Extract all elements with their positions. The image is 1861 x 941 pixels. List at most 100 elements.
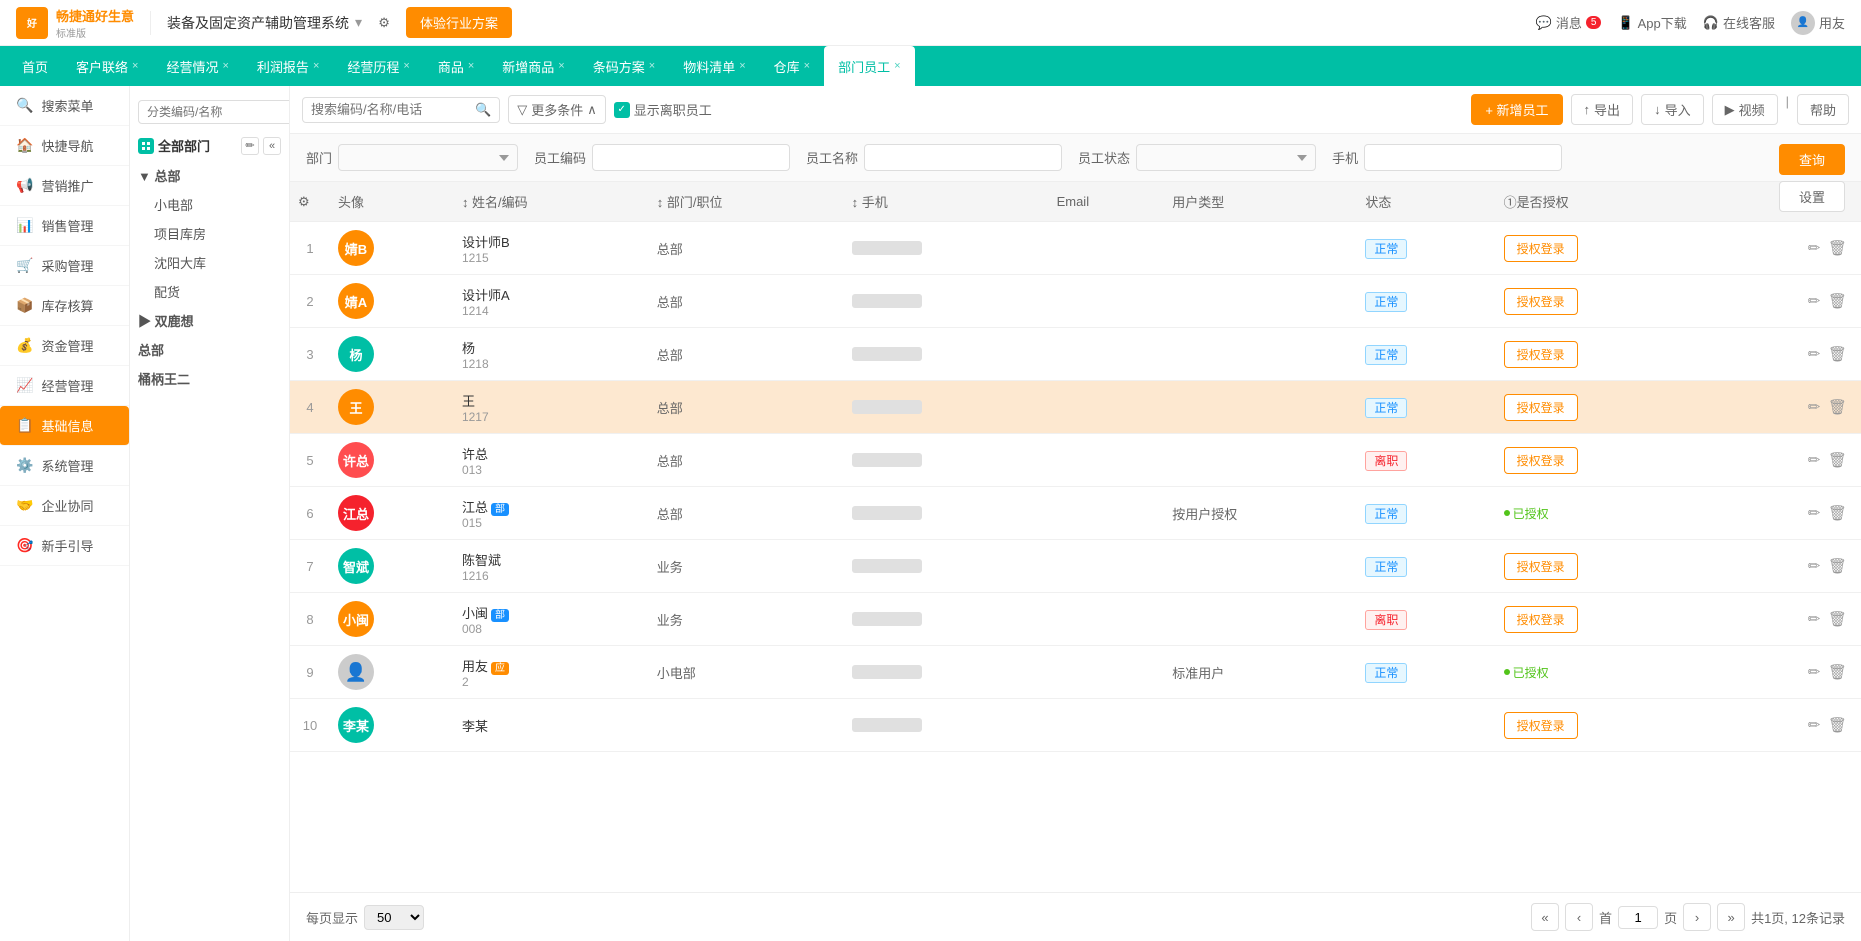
- filter-settings-btn[interactable]: 设置: [1779, 181, 1845, 212]
- col-name[interactable]: ↕ 姓名/编码: [454, 182, 649, 222]
- dept-node-小电部[interactable]: 小电部: [130, 190, 289, 219]
- delete-icon[interactable]: 🗑: [1828, 346, 1847, 363]
- auth-btn[interactable]: 授权登录: [1504, 712, 1578, 739]
- edit-icon[interactable]: ✏: [1808, 505, 1821, 522]
- page-size-select[interactable]: 50 100: [364, 905, 424, 930]
- help-icon[interactable]: |: [1786, 94, 1789, 125]
- delete-icon[interactable]: 🗑: [1828, 664, 1847, 681]
- edit-icon[interactable]: ✏: [1808, 717, 1821, 734]
- view-btn[interactable]: ▶ 视频: [1712, 94, 1778, 125]
- sidebar-item-资金管理[interactable]: 💰资金管理: [0, 326, 129, 366]
- dept-node-配货[interactable]: 配货: [130, 277, 289, 306]
- delete-icon[interactable]: 🗑: [1828, 452, 1847, 469]
- dept-node-双鹿想[interactable]: ▶ 双鹿想: [130, 306, 289, 335]
- nav-tab-客户联络[interactable]: 客户联络×: [62, 46, 152, 86]
- auth-btn[interactable]: 授权登录: [1504, 553, 1578, 580]
- dept-collapse-btn[interactable]: «: [263, 137, 281, 155]
- delete-icon[interactable]: 🗑: [1828, 293, 1847, 310]
- prev-page-btn[interactable]: ‹: [1565, 903, 1593, 931]
- search-icon[interactable]: 🔍: [475, 102, 491, 118]
- auth-btn[interactable]: 授权登录: [1504, 447, 1578, 474]
- col-settings[interactable]: ⚙: [290, 182, 330, 222]
- emp-status-select[interactable]: [1136, 144, 1316, 171]
- edit-icon[interactable]: ✏: [1808, 399, 1821, 416]
- dept-search-input[interactable]: [138, 100, 290, 124]
- delete-icon[interactable]: 🗑: [1828, 505, 1847, 522]
- nav-tab-经营历程[interactable]: 经营历程×: [333, 46, 423, 86]
- delete-icon[interactable]: 🗑: [1828, 558, 1847, 575]
- sidebar-item-企业协同[interactable]: 🤝企业协同: [0, 486, 129, 526]
- sidebar-item-销售管理[interactable]: 📊销售管理: [0, 206, 129, 246]
- close-tab-icon[interactable]: ×: [313, 60, 319, 72]
- sidebar-item-营销推广[interactable]: 📢营销推广: [0, 166, 129, 206]
- nav-tab-物料清单[interactable]: 物料清单×: [669, 46, 759, 86]
- edit-icon[interactable]: ✏: [1808, 664, 1821, 681]
- import-btn[interactable]: ↓ 导入: [1641, 94, 1704, 125]
- col-dept[interactable]: ↕ 部门/职位: [649, 182, 844, 222]
- sidebar-item-经营管理[interactable]: 📈经营管理: [0, 366, 129, 406]
- dept-node-桶柄王二[interactable]: 桶柄王二: [130, 364, 289, 393]
- search-input[interactable]: [311, 102, 471, 117]
- close-tab-icon[interactable]: ×: [739, 60, 745, 72]
- sidebar-item-基础信息[interactable]: 📋基础信息: [0, 406, 129, 446]
- sys-title-dropdown[interactable]: ▾: [355, 14, 362, 31]
- add-employee-btn[interactable]: + 新增员工: [1471, 94, 1562, 125]
- message-btn[interactable]: 💬 消息 5: [1536, 13, 1602, 32]
- user-btn[interactable]: 👤 用友: [1791, 11, 1845, 35]
- sidebar-item-采购管理[interactable]: 🛒采购管理: [0, 246, 129, 286]
- try-btn[interactable]: 体验行业方案: [406, 7, 512, 38]
- sidebar-item-库存核算[interactable]: 📦库存核算: [0, 286, 129, 326]
- nav-tab-新增商品[interactable]: 新增商品×: [488, 46, 578, 86]
- dept-filter-select[interactable]: [338, 144, 518, 171]
- close-tab-icon[interactable]: ×: [403, 60, 409, 72]
- auth-btn[interactable]: 授权登录: [1504, 394, 1578, 421]
- show-resigned-toggle[interactable]: ✓ 显示离职员工: [614, 100, 712, 119]
- close-tab-icon[interactable]: ×: [804, 60, 810, 72]
- nav-tab-利润报告[interactable]: 利润报告×: [243, 46, 333, 86]
- close-tab-icon[interactable]: ×: [132, 60, 138, 72]
- nav-tab-部门员工[interactable]: 部门员工×: [824, 46, 914, 86]
- online-service-btn[interactable]: 🎧 在线客服: [1703, 13, 1775, 32]
- close-tab-icon[interactable]: ×: [894, 60, 900, 72]
- edit-icon[interactable]: ✏: [1808, 611, 1821, 628]
- edit-icon[interactable]: ✏: [1808, 452, 1821, 469]
- next-page-btn[interactable]: ›: [1683, 903, 1711, 931]
- delete-icon[interactable]: 🗑: [1828, 240, 1847, 257]
- search-btn[interactable]: 查询: [1779, 144, 1845, 175]
- sidebar-item-搜索菜单[interactable]: 🔍搜索菜单: [0, 86, 129, 126]
- delete-icon[interactable]: 🗑: [1828, 399, 1847, 416]
- dept-node-总部[interactable]: ▼ 总部: [130, 161, 289, 190]
- more-conditions-btn[interactable]: ▽ 更多条件 ∧: [508, 95, 606, 124]
- emp-name-input[interactable]: [864, 144, 1062, 171]
- edit-icon[interactable]: ✏: [1808, 346, 1821, 363]
- close-tab-icon[interactable]: ×: [649, 60, 655, 72]
- close-tab-icon[interactable]: ×: [222, 60, 228, 72]
- edit-icon[interactable]: ✏: [1808, 293, 1821, 310]
- sidebar-item-快捷导航[interactable]: 🏠快捷导航: [0, 126, 129, 166]
- export-btn[interactable]: ↑ 导出: [1571, 94, 1634, 125]
- nav-tab-仓库[interactable]: 仓库×: [760, 46, 824, 86]
- emp-code-input[interactable]: [592, 144, 790, 171]
- close-tab-icon[interactable]: ×: [468, 60, 474, 72]
- delete-icon[interactable]: 🗑: [1828, 611, 1847, 628]
- auth-btn[interactable]: 授权登录: [1504, 235, 1578, 262]
- dept-edit-btn[interactable]: ✏: [241, 137, 259, 155]
- nav-tab-商品[interactable]: 商品×: [424, 46, 488, 86]
- settings-icon[interactable]: ⚙: [370, 9, 398, 37]
- page-input[interactable]: [1618, 906, 1658, 929]
- nav-tab-经营情况[interactable]: 经营情况×: [152, 46, 242, 86]
- delete-icon[interactable]: 🗑: [1828, 717, 1847, 734]
- close-tab-icon[interactable]: ×: [558, 60, 564, 72]
- edit-icon[interactable]: ✏: [1808, 240, 1821, 257]
- app-download-btn[interactable]: 📱 App下载: [1617, 13, 1686, 32]
- sidebar-item-新手引导[interactable]: 🎯新手引导: [0, 526, 129, 566]
- nav-tab-首页[interactable]: 首页: [8, 46, 62, 86]
- col-phone[interactable]: ↕ 手机: [844, 182, 1049, 222]
- first-page-btn[interactable]: «: [1531, 903, 1559, 931]
- edit-icon[interactable]: ✏: [1808, 558, 1821, 575]
- auth-btn[interactable]: 授权登录: [1504, 341, 1578, 368]
- auth-btn[interactable]: 授权登录: [1504, 606, 1578, 633]
- sidebar-item-系统管理[interactable]: ⚙️系统管理: [0, 446, 129, 486]
- last-page-btn[interactable]: »: [1717, 903, 1745, 931]
- dept-node-沈阳大库[interactable]: 沈阳大库: [130, 248, 289, 277]
